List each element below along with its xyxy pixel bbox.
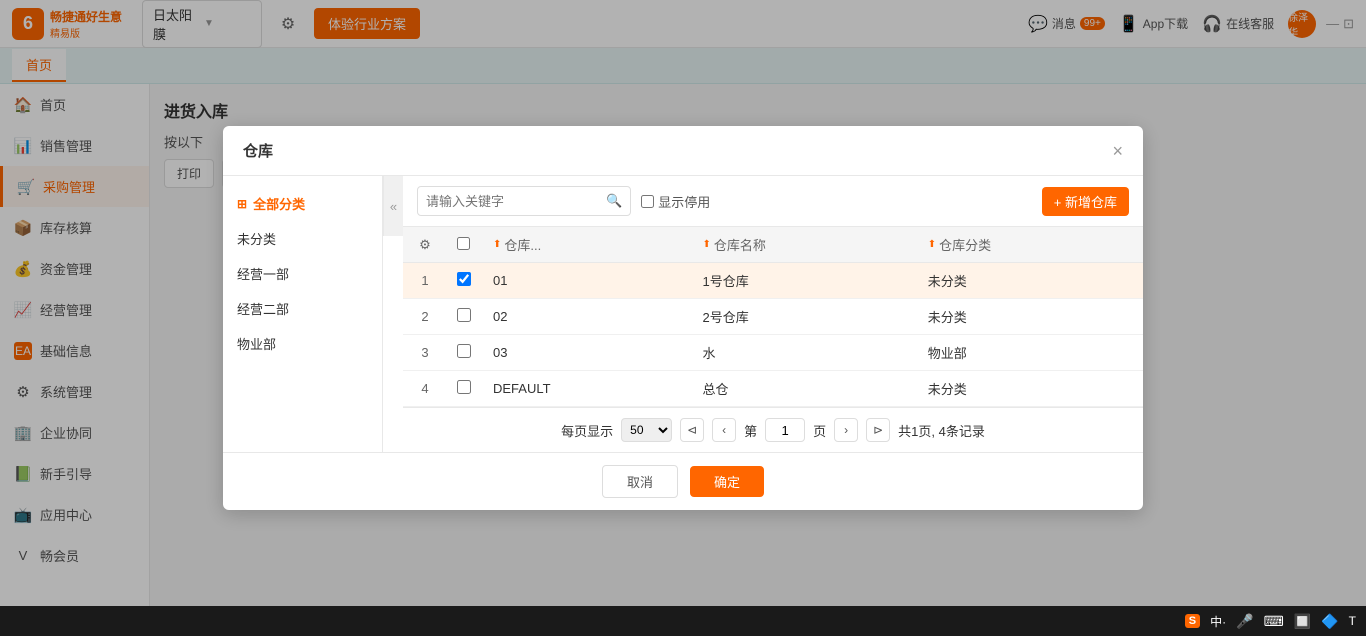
modal-pagination: 每页显示 102050100 ⊲ ‹ 第 页 › ⊳ 共1页, 4条记录 [403, 407, 1143, 452]
category-ops2[interactable]: 经营二部 [223, 291, 382, 326]
keyboard-icon[interactable]: ⌨ [1264, 613, 1284, 630]
row-checkbox-cell [447, 371, 483, 407]
search-input[interactable] [418, 194, 598, 209]
row-code: 01 [483, 263, 692, 299]
row-num: 2 [403, 299, 447, 335]
table-row[interactable]: 4 DEFAULT 总仓 未分类 [403, 371, 1143, 407]
modal-body: ⊞ 全部分类 未分类 经营一部 经营二部 物业部 « [223, 176, 1143, 452]
pagination-summary: 共1页, 4条记录 [898, 421, 985, 440]
page-label-before: 第 [744, 421, 757, 440]
sidebar-collapse-btn[interactable]: « [383, 176, 403, 236]
last-page-btn[interactable]: ⊳ [866, 418, 890, 442]
add-warehouse-btn[interactable]: + 新增仓库 [1042, 187, 1129, 216]
row-num: 1 [403, 263, 447, 299]
cancel-button[interactable]: 取消 [602, 465, 678, 498]
category-ops1[interactable]: 经营一部 [223, 256, 382, 291]
row-name: 总仓 [692, 371, 917, 407]
row-name: 1号仓库 [692, 263, 917, 299]
prev-page-btn[interactable]: ‹ [712, 418, 736, 442]
next-page-btn[interactable]: › [834, 418, 858, 442]
text-icon: T [1349, 614, 1356, 628]
bottom-bar: S 中· 🎤 ⌨ 🔲 🔷 T [0, 606, 1366, 636]
modal-category-sidebar: ⊞ 全部分类 未分类 经营一部 经营二部 物业部 [223, 176, 383, 452]
row-category: 未分类 [918, 371, 1143, 407]
row-category: 未分类 [918, 299, 1143, 335]
table-row[interactable]: 1 01 1号仓库 未分类 [403, 263, 1143, 299]
s-logo: S [1185, 614, 1200, 628]
modal-main: 🔍 显示停用 + 新增仓库 ⚙ [403, 176, 1143, 452]
diamond-icon[interactable]: 🔷 [1321, 613, 1338, 630]
row-name: 水 [692, 335, 917, 371]
microphone-icon[interactable]: 🎤 [1236, 613, 1253, 630]
modal-toolbar: 🔍 显示停用 + 新增仓库 [403, 176, 1143, 227]
sort-icon2: ⬆ [702, 239, 710, 250]
screen-icon[interactable]: 🔲 [1294, 613, 1311, 630]
col-name: ⬆ 仓库名称 [692, 227, 917, 263]
warehouse-modal: 仓库 × ⊞ 全部分类 未分类 经营一部 经营二部 [223, 126, 1143, 510]
row-checkbox[interactable] [457, 344, 471, 358]
row-code: DEFAULT [483, 371, 692, 407]
row-code: 03 [483, 335, 692, 371]
settings-icon: ⚙ [419, 237, 431, 252]
show-disabled-label: 显示停用 [641, 192, 710, 211]
col-code: ⬆ 仓库... [483, 227, 692, 263]
table-row[interactable]: 2 02 2号仓库 未分类 [403, 299, 1143, 335]
modal-close-btn[interactable]: × [1112, 142, 1123, 160]
row-name: 2号仓库 [692, 299, 917, 335]
modal-table: ⚙ ⬆ 仓库... [403, 227, 1143, 407]
per-page-select[interactable]: 102050100 [621, 418, 672, 442]
row-checkbox[interactable] [457, 308, 471, 322]
modal-footer: 取消 确定 [223, 452, 1143, 510]
table-row[interactable]: 3 03 水 物业部 [403, 335, 1143, 371]
search-icon[interactable]: 🔍 [598, 193, 630, 209]
row-category: 未分类 [918, 263, 1143, 299]
page-label-after: 页 [813, 421, 826, 440]
first-page-btn[interactable]: ⊲ [680, 418, 704, 442]
col-settings: ⚙ [403, 227, 447, 263]
confirm-button[interactable]: 确定 [690, 466, 764, 497]
row-code: 02 [483, 299, 692, 335]
search-box: 🔍 [417, 186, 631, 216]
modal-title: 仓库 [243, 140, 273, 161]
row-checkbox[interactable] [457, 272, 471, 286]
chinese-input-label: 中· [1210, 613, 1226, 630]
row-category: 物业部 [918, 335, 1143, 371]
col-category: ⬆ 仓库分类 [918, 227, 1143, 263]
category-all[interactable]: ⊞ 全部分类 [223, 186, 382, 221]
row-checkbox-cell [447, 335, 483, 371]
row-num: 4 [403, 371, 447, 407]
sort-icon: ⬆ [493, 239, 501, 250]
sort-icon3: ⬆ [928, 239, 936, 250]
col-checkbox [447, 227, 483, 263]
row-checkbox-cell [447, 299, 483, 335]
category-unclassified[interactable]: 未分类 [223, 221, 382, 256]
row-checkbox[interactable] [457, 380, 471, 394]
modal-overlay: 仓库 × ⊞ 全部分类 未分类 经营一部 经营二部 [0, 0, 1366, 636]
row-num: 3 [403, 335, 447, 371]
grid-icon: ⊞ [237, 197, 247, 211]
row-checkbox-cell [447, 263, 483, 299]
modal-header: 仓库 × [223, 126, 1143, 176]
select-all-checkbox[interactable] [457, 237, 470, 250]
category-property[interactable]: 物业部 [223, 326, 382, 361]
show-disabled-checkbox[interactable] [641, 195, 654, 208]
warehouse-table: ⚙ ⬆ 仓库... [403, 227, 1143, 407]
current-page-input[interactable] [765, 418, 805, 442]
